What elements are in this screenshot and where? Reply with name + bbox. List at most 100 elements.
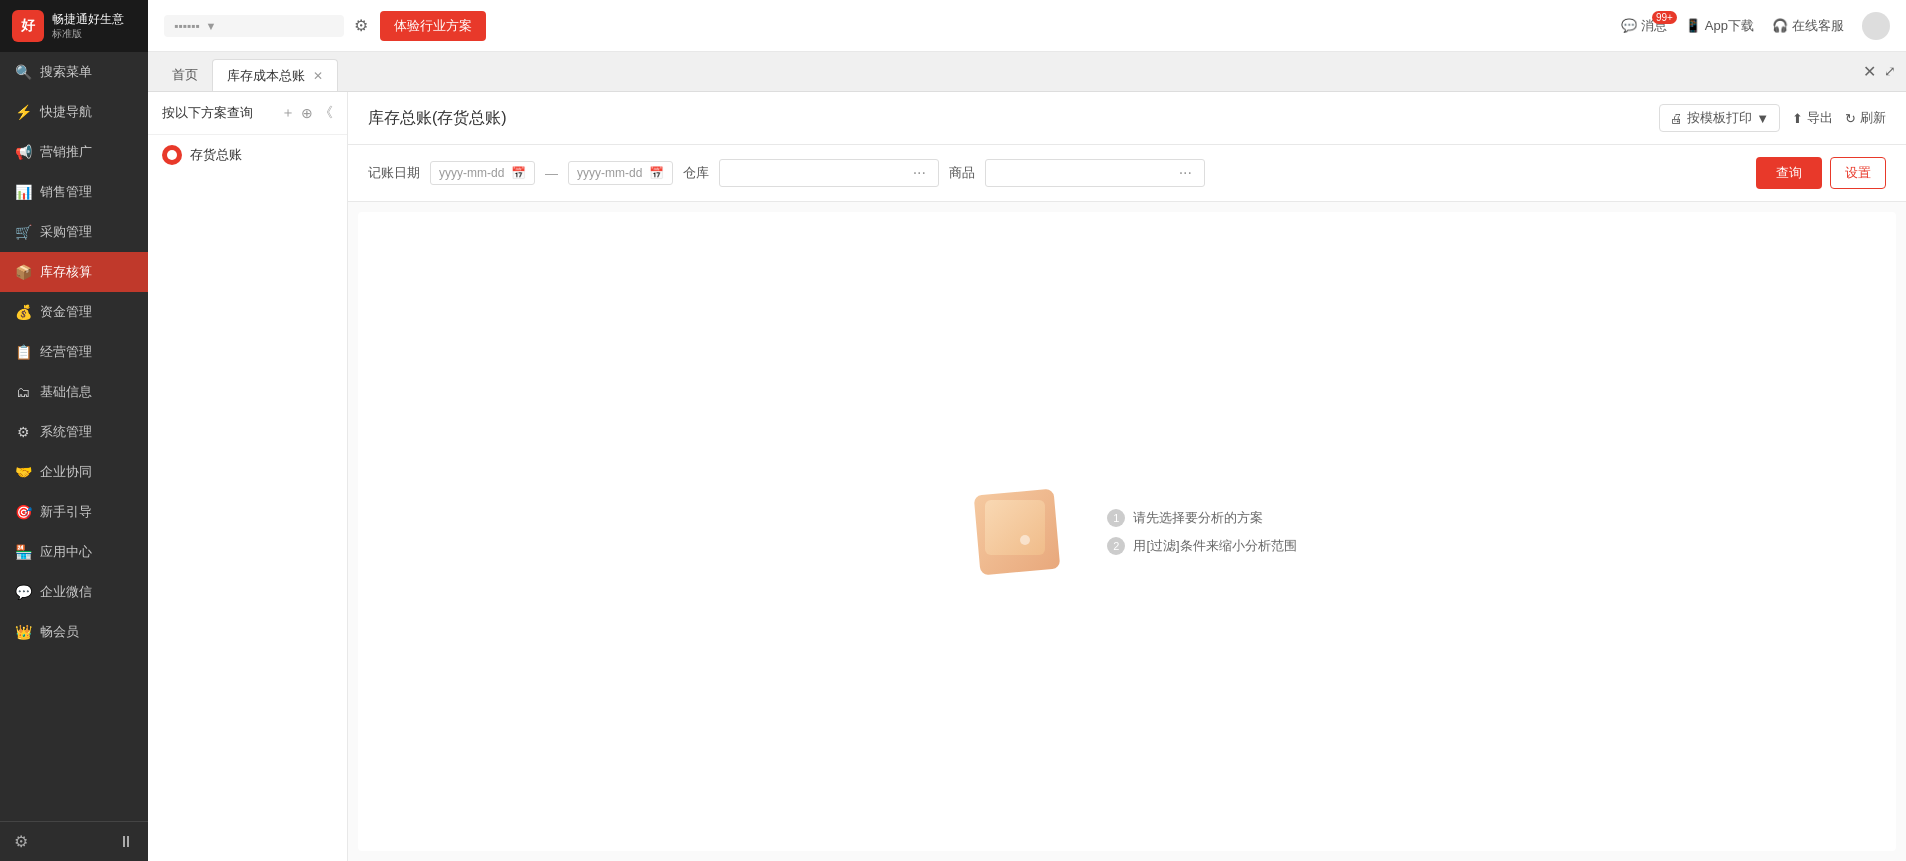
messages-btn[interactable]: 💬 消息 99+: [1621, 17, 1667, 35]
message-icon: 💬: [1621, 18, 1637, 33]
calendar-end-icon: 📅: [649, 166, 664, 180]
sidebar-item-search[interactable]: 🔍 搜索菜单: [0, 52, 148, 92]
sidebar-icon-appstore: 🏪: [14, 543, 32, 561]
filter-item-label: 存货总账: [190, 146, 242, 164]
messages-badge: 99+: [1652, 11, 1677, 24]
sidebar-item-marketing[interactable]: 📢 营销推广: [0, 132, 148, 172]
page-title: 库存总账(存货总账): [368, 108, 507, 129]
sidebar-nav: 🔍 搜索菜单 ⚡ 快捷导航 📢 营销推广 📊 销售管理 🛒 采购管理 📦 库存核…: [0, 52, 148, 821]
sidebar-label-wechat: 企业微信: [40, 583, 92, 601]
empty-step1: 1 请先选择要分析的方案: [1107, 509, 1296, 527]
sidebar-label-shortcut: 快捷导航: [40, 103, 92, 121]
filter-panel: 按以下方案查询 ＋ ⊕ 《 存货总账: [148, 92, 348, 861]
warehouse-input[interactable]: ···: [719, 159, 939, 187]
sidebar-item-shortcut[interactable]: ⚡ 快捷导航: [0, 92, 148, 132]
export-icon: ⬆: [1792, 111, 1803, 126]
filter-header-label: 按以下方案查询: [162, 104, 253, 122]
sidebar-item-wechat[interactable]: 💬 企业微信: [0, 572, 148, 612]
content: 按以下方案查询 ＋ ⊕ 《 存货总账 库存总账(存货总账): [148, 92, 1906, 861]
sidebar-label-guide: 新手引导: [40, 503, 92, 521]
sidebar-label-finance: 资金管理: [40, 303, 92, 321]
sidebar-label-system: 系统管理: [40, 423, 92, 441]
phone-icon: 📱: [1685, 18, 1701, 33]
panel-expand-icon[interactable]: ⤢: [1884, 63, 1896, 79]
tab-close-icon[interactable]: ✕: [313, 69, 323, 83]
sidebar-icon-shortcut: ⚡: [14, 103, 32, 121]
user-avatar[interactable]: [1862, 12, 1890, 40]
sidebar-icon-marketing: 📢: [14, 143, 32, 161]
sidebar-icon-purchase: 🛒: [14, 223, 32, 241]
sidebar-footer: ⚙ ⏸: [0, 821, 148, 861]
export-btn[interactable]: ⬆ 导出: [1792, 109, 1833, 127]
sidebar-icon-wechat: 💬: [14, 583, 32, 601]
print-btn[interactable]: 🖨 按模板打印 ▼: [1659, 104, 1780, 132]
logo-icon: 好: [12, 10, 44, 42]
sidebar-item-sales[interactable]: 📊 销售管理: [0, 172, 148, 212]
sidebar-item-basic[interactable]: 🗂 基础信息: [0, 372, 148, 412]
sidebar-item-purchase[interactable]: 🛒 采购管理: [0, 212, 148, 252]
search-area[interactable]: ▪▪▪▪▪▪ ▼: [164, 15, 344, 37]
query-bar: 记账日期 yyyy-mm-dd 📅 — yyyy-mm-dd 📅 仓库 ··· …: [348, 145, 1906, 202]
step1-num: 1: [1107, 509, 1125, 527]
sidebar-icon-guide: 🎯: [14, 503, 32, 521]
settings-icon[interactable]: ⚙: [14, 832, 28, 851]
sidebar-icon-finance: 💰: [14, 303, 32, 321]
box-face: [985, 500, 1045, 555]
sidebar-item-finance[interactable]: 💰 资金管理: [0, 292, 148, 332]
refresh-icon: ↻: [1845, 111, 1856, 126]
goods-input[interactable]: ···: [985, 159, 1205, 187]
sidebar-item-appstore[interactable]: 🏪 应用中心: [0, 532, 148, 572]
calendar-start-icon: 📅: [511, 166, 526, 180]
industry-btn[interactable]: 体验行业方案: [380, 11, 486, 41]
refresh-btn[interactable]: ↻ 刷新: [1845, 109, 1886, 127]
sidebar-icon-search: 🔍: [14, 63, 32, 81]
warehouse-more-icon: ···: [909, 164, 930, 182]
filter-collapse-icon[interactable]: 《: [319, 104, 333, 122]
filter-item-inventory[interactable]: 存货总账: [148, 135, 347, 175]
sidebar-label-enterprise: 企业协同: [40, 463, 92, 481]
tab-inventory-ledger[interactable]: 库存成本总账 ✕: [212, 59, 338, 91]
sidebar-icon-inventory: 📦: [14, 263, 32, 281]
sidebar-item-enterprise[interactable]: 🤝 企业协同: [0, 452, 148, 492]
date-end-input[interactable]: yyyy-mm-dd 📅: [568, 161, 673, 185]
sidebar-label-basic: 基础信息: [40, 383, 92, 401]
topbar-left: ▪▪▪▪▪▪ ▼ ⚙ 体验行业方案: [164, 11, 1621, 41]
sidebar-icon-system: ⚙: [14, 423, 32, 441]
sidebar-item-inventory[interactable]: 📦 库存核算: [0, 252, 148, 292]
date-start-input[interactable]: yyyy-mm-dd 📅: [430, 161, 535, 185]
collapse-icon[interactable]: ⏸: [118, 833, 134, 851]
sidebar-label-purchase: 采购管理: [40, 223, 92, 241]
online-support-btn[interactable]: 🎧 在线客服: [1772, 17, 1844, 35]
sidebar-label-member: 畅会员: [40, 623, 79, 641]
tab-home[interactable]: 首页: [158, 59, 212, 91]
query-goods-label: 商品: [949, 164, 975, 182]
box-shine: [1020, 535, 1030, 545]
sidebar: 好 畅捷通好生意 标准版 🔍 搜索菜单 ⚡ 快捷导航 📢 营销推广 📊 销售管理…: [0, 0, 148, 861]
topbar: ▪▪▪▪▪▪ ▼ ⚙ 体验行业方案 💬 消息 99+ 📱 App下载 🎧 在线客…: [148, 0, 1906, 52]
app-download-btn[interactable]: 📱 App下载: [1685, 17, 1754, 35]
tabbar: 首页 库存成本总账 ✕ ✕ ⤢: [148, 52, 1906, 92]
sidebar-label-search: 搜索菜单: [40, 63, 92, 81]
sidebar-item-guide[interactable]: 🎯 新手引导: [0, 492, 148, 532]
sidebar-item-system[interactable]: ⚙ 系统管理: [0, 412, 148, 452]
filter-add-icon[interactable]: ＋: [281, 104, 295, 122]
filter-setting-icon[interactable]: ⊕: [301, 105, 313, 121]
sidebar-item-operation[interactable]: 📋 经营管理: [0, 332, 148, 372]
query-warehouse-label: 仓库: [683, 164, 709, 182]
goods-more-icon: ···: [1175, 164, 1196, 182]
date-separator: —: [545, 166, 558, 181]
query-button[interactable]: 查询: [1756, 157, 1822, 189]
panel-close-icon[interactable]: ✕: [1863, 62, 1876, 81]
sidebar-icon-sales: 📊: [14, 183, 32, 201]
setting-button[interactable]: 设置: [1830, 157, 1886, 189]
filter-header: 按以下方案查询 ＋ ⊕ 《: [148, 92, 347, 135]
sidebar-icon-enterprise: 🤝: [14, 463, 32, 481]
empty-text: 1 请先选择要分析的方案 2 用[过滤]条件来缩小分析范围: [1107, 509, 1296, 555]
gear-icon[interactable]: ⚙: [354, 16, 368, 35]
app-logo: 好 畅捷通好生意 标准版: [0, 0, 148, 52]
printer-icon: 🖨: [1670, 111, 1683, 126]
empty-content: 1 请先选择要分析的方案 2 用[过滤]条件来缩小分析范围: [957, 472, 1296, 592]
sidebar-icon-basic: 🗂: [14, 383, 32, 401]
sidebar-item-member[interactable]: 👑 畅会员: [0, 612, 148, 652]
filter-item-icon: [162, 145, 182, 165]
